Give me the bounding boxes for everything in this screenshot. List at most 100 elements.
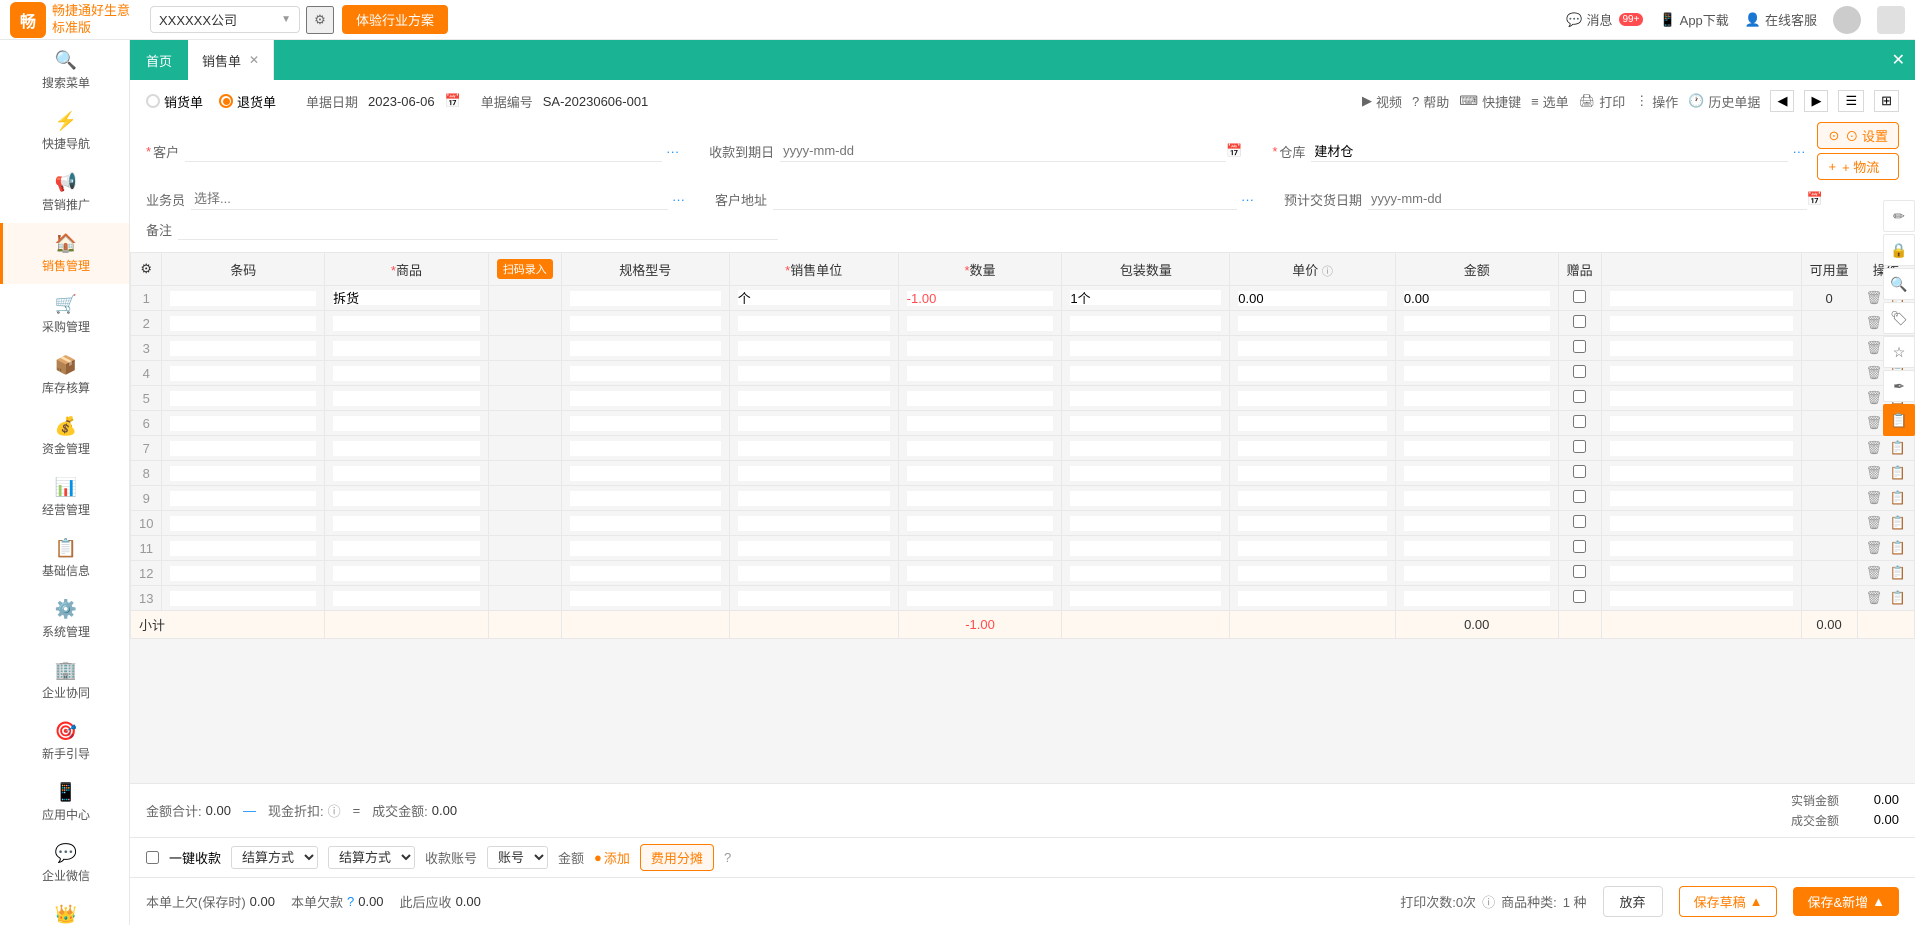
copy-icon[interactable]: 📋 xyxy=(1890,565,1906,580)
cell-product[interactable] xyxy=(325,561,489,586)
cell-gift[interactable] xyxy=(1558,411,1601,436)
salesperson-dots-icon[interactable]: ··· xyxy=(672,192,685,207)
cell-spec[interactable] xyxy=(561,511,729,536)
logistics-button[interactable]: + + 物流 xyxy=(1817,153,1899,180)
cell-price[interactable] xyxy=(1230,311,1396,336)
cell-quantity[interactable] xyxy=(898,511,1062,536)
delete-icon[interactable]: 🗑 xyxy=(1866,415,1883,430)
cell-unit[interactable] xyxy=(729,336,898,361)
float-btn-tag[interactable]: 🏷 xyxy=(1883,302,1915,334)
cell-amount[interactable] xyxy=(1395,511,1558,536)
cell-amount[interactable] xyxy=(1395,561,1558,586)
cell-quantity[interactable] xyxy=(898,486,1062,511)
cell-remarks[interactable] xyxy=(1601,536,1801,561)
cell-price[interactable] xyxy=(1230,461,1396,486)
shortcut-btn[interactable]: ⌨ 快捷键 xyxy=(1459,92,1521,111)
remark-input[interactable] xyxy=(178,218,778,240)
cell-spec[interactable] xyxy=(561,536,729,561)
expected-date-calendar-icon[interactable]: 📅 xyxy=(1807,191,1823,207)
minus-icon[interactable]: — xyxy=(243,803,256,818)
cell-remarks[interactable] xyxy=(1601,486,1801,511)
cell-unit[interactable] xyxy=(729,286,898,311)
calendar-icon[interactable]: 📅 xyxy=(445,93,461,109)
expected-date-input[interactable] xyxy=(1368,188,1807,210)
cell-pack-qty[interactable] xyxy=(1062,411,1230,436)
sidebar-item-purchase[interactable]: 🛒 采购管理 xyxy=(0,284,129,345)
avatar[interactable] xyxy=(1833,6,1861,34)
delete-icon[interactable]: 🗑 xyxy=(1866,390,1883,405)
cell-product[interactable] xyxy=(325,586,489,611)
cell-price[interactable] xyxy=(1230,336,1396,361)
delete-icon[interactable]: 🗑 xyxy=(1866,315,1883,330)
cell-amount[interactable] xyxy=(1395,286,1558,311)
online-support-button[interactable]: 👤 在线客服 xyxy=(1745,10,1817,29)
sidebar-item-sales[interactable]: 🏠 销售管理 xyxy=(0,223,129,284)
cell-gift[interactable] xyxy=(1558,561,1601,586)
delete-icon[interactable]: 🗑 xyxy=(1866,290,1883,305)
help-btn[interactable]: ? 帮助 xyxy=(1412,92,1449,111)
cell-barcode[interactable] xyxy=(162,286,325,311)
cell-spec[interactable] xyxy=(561,411,729,436)
cell-product[interactable] xyxy=(325,361,489,386)
cell-barcode[interactable] xyxy=(162,311,325,336)
cell-gift[interactable] xyxy=(1558,586,1601,611)
cell-spec[interactable] xyxy=(561,386,729,411)
cell-amount[interactable] xyxy=(1395,311,1558,336)
cell-product[interactable] xyxy=(325,536,489,561)
cell-remarks[interactable] xyxy=(1601,386,1801,411)
sidebar-item-wechat[interactable]: 💬 企业微信 xyxy=(0,833,129,894)
cell-quantity[interactable] xyxy=(898,311,1062,336)
sidebar-item-inventory[interactable]: 📦 库存核算 xyxy=(0,345,129,406)
cell-gift[interactable] xyxy=(1558,361,1601,386)
cell-price[interactable] xyxy=(1230,536,1396,561)
cell-gift[interactable] xyxy=(1558,536,1601,561)
cell-unit[interactable] xyxy=(729,461,898,486)
delete-icon[interactable]: 🗑 xyxy=(1866,465,1883,480)
cell-spec[interactable] xyxy=(561,586,729,611)
cell-remarks[interactable] xyxy=(1601,286,1801,311)
select-order-btn[interactable]: ≡ 选单 xyxy=(1531,92,1569,111)
cell-pack-qty[interactable] xyxy=(1062,436,1230,461)
app-download-button[interactable]: 📱 App下载 xyxy=(1659,10,1728,29)
cell-gift[interactable] xyxy=(1558,436,1601,461)
cell-remarks[interactable] xyxy=(1601,511,1801,536)
cell-pack-qty[interactable] xyxy=(1062,386,1230,411)
sidebar-item-enterprise[interactable]: 🏢 企业协同 xyxy=(0,650,129,711)
copy-icon[interactable]: 📋 xyxy=(1890,440,1906,455)
sidebar-item-system[interactable]: ⚙️ 系统管理 xyxy=(0,589,129,650)
cell-pack-qty[interactable] xyxy=(1062,361,1230,386)
cell-gift[interactable] xyxy=(1558,286,1601,311)
copy-icon[interactable]: 📋 xyxy=(1890,590,1906,605)
cell-pack-qty[interactable] xyxy=(1062,561,1230,586)
cell-unit[interactable] xyxy=(729,586,898,611)
cell-unit[interactable] xyxy=(729,411,898,436)
float-btn-pencil[interactable]: ✒ xyxy=(1883,370,1915,402)
sidebar-item-marketing[interactable]: 📢 营销推广 xyxy=(0,162,129,223)
close-window-icon[interactable]: ✕ xyxy=(1892,50,1905,70)
cell-price[interactable] xyxy=(1230,586,1396,611)
cell-price[interactable] xyxy=(1230,436,1396,461)
cell-pack-qty[interactable] xyxy=(1062,486,1230,511)
cell-remarks[interactable] xyxy=(1601,561,1801,586)
cell-pack-qty[interactable] xyxy=(1062,536,1230,561)
cell-price[interactable] xyxy=(1230,561,1396,586)
cell-barcode[interactable] xyxy=(162,361,325,386)
payment-method-select2[interactable]: 结算方式 xyxy=(328,846,415,869)
add-payment-btn[interactable]: ● 添加 xyxy=(594,848,630,867)
float-btn-action[interactable]: 📋 xyxy=(1883,404,1915,436)
message-button[interactable]: 💬 消息 99+ xyxy=(1566,10,1643,29)
radio-return[interactable]: 退货单 xyxy=(219,92,276,111)
copy-icon[interactable]: 📋 xyxy=(1890,540,1906,555)
cell-quantity[interactable] xyxy=(898,386,1062,411)
cell-barcode[interactable] xyxy=(162,436,325,461)
cell-quantity[interactable] xyxy=(898,436,1062,461)
float-btn-lock[interactable]: 🔒 xyxy=(1883,234,1915,266)
delete-icon[interactable]: 🗑 xyxy=(1866,515,1883,530)
cell-pack-qty[interactable] xyxy=(1062,286,1230,311)
cell-amount[interactable] xyxy=(1395,536,1558,561)
cell-barcode[interactable] xyxy=(162,486,325,511)
cell-product[interactable] xyxy=(325,336,489,361)
sidebar-item-basics[interactable]: 📋 基础信息 xyxy=(0,528,129,589)
sidebar-item-app-center[interactable]: 📱 应用中心 xyxy=(0,772,129,833)
cell-amount[interactable] xyxy=(1395,486,1558,511)
